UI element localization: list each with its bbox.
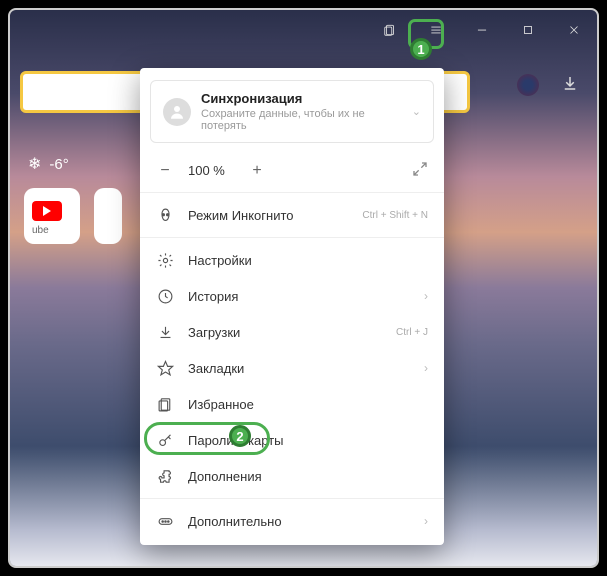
menu-item-downloads[interactable]: Загрузки Ctrl + J: [140, 314, 444, 350]
puzzle-icon: [156, 467, 174, 485]
zoom-in-button[interactable]: +: [248, 162, 266, 180]
menu-hint: Ctrl + J: [396, 327, 428, 338]
download-icon: [156, 323, 174, 341]
menu-item-favorites[interactable]: Избранное: [140, 386, 444, 422]
youtube-icon: [32, 201, 62, 221]
close-button[interactable]: [551, 10, 597, 50]
menu-label: Загрузки: [188, 325, 382, 340]
minimize-button[interactable]: [459, 10, 505, 50]
menu-label: История: [188, 289, 410, 304]
maximize-button[interactable]: [505, 10, 551, 50]
history-icon: [156, 287, 174, 305]
menu-item-more[interactable]: Дополнительно ›: [140, 503, 444, 539]
weather-widget[interactable]: ❄ -6°: [28, 154, 69, 174]
collections-icon[interactable]: [367, 10, 413, 50]
zoom-value: 100 %: [188, 163, 234, 178]
tile-label: ube: [32, 225, 49, 236]
menu-item-settings[interactable]: Настройки: [140, 242, 444, 278]
menu-item-extensions[interactable]: Дополнения: [140, 458, 444, 494]
menu-label: Дополнительно: [188, 514, 410, 529]
sync-title: Синхронизация: [201, 91, 402, 106]
fullscreen-button[interactable]: [412, 161, 428, 180]
incognito-icon: [156, 206, 174, 224]
speed-dial-tile[interactable]: ube: [24, 188, 80, 244]
chevron-right-icon: ›: [424, 514, 428, 528]
chevron-right-icon: ›: [424, 361, 428, 375]
avatar-icon: [163, 98, 191, 126]
menu-item-history[interactable]: История ›: [140, 278, 444, 314]
browser-window: ❄ -6° ube Синхронизация Сохраните данные…: [8, 8, 599, 568]
separator: [140, 498, 444, 499]
menu-label: Пароли и карты: [188, 433, 428, 448]
speed-dial-tile[interactable]: [94, 188, 122, 244]
bookmark-icon: [156, 395, 174, 413]
chevron-down-icon: ⌄: [412, 105, 421, 118]
menu-label: Избранное: [188, 397, 428, 412]
weather-icon: ❄: [28, 154, 41, 174]
chevron-right-icon: ›: [424, 289, 428, 303]
menu-item-bookmarks[interactable]: Закладки ›: [140, 350, 444, 386]
annotation-badge-1: 1: [410, 38, 432, 60]
weather-temp: -6°: [49, 156, 68, 173]
zoom-out-button[interactable]: −: [156, 162, 174, 180]
titlebar: [10, 10, 597, 50]
separator: [140, 192, 444, 193]
more-icon: [156, 512, 174, 530]
separator: [140, 237, 444, 238]
menu-label: Настройки: [188, 253, 428, 268]
menu-label: Режим Инкогнито: [188, 208, 348, 223]
zoom-controls: − 100 % +: [140, 153, 444, 188]
extension-icon[interactable]: [517, 74, 539, 96]
menu-item-incognito[interactable]: Режим Инкогнито Ctrl + Shift + N: [140, 197, 444, 233]
sync-subtitle: Сохраните данные, чтобы их не потерять: [201, 108, 402, 132]
menu-label: Закладки: [188, 361, 410, 376]
downloads-button[interactable]: [561, 74, 579, 97]
star-icon: [156, 359, 174, 377]
main-menu: Синхронизация Сохраните данные, чтобы их…: [140, 68, 444, 545]
menu-label: Дополнения: [188, 469, 428, 484]
menu-hint: Ctrl + Shift + N: [362, 210, 428, 221]
annotation-badge-2: 2: [229, 425, 251, 447]
menu-item-passwords[interactable]: Пароли и карты: [140, 422, 444, 458]
key-icon: [156, 431, 174, 449]
sync-promo[interactable]: Синхронизация Сохраните данные, чтобы их…: [150, 80, 434, 143]
gear-icon: [156, 251, 174, 269]
